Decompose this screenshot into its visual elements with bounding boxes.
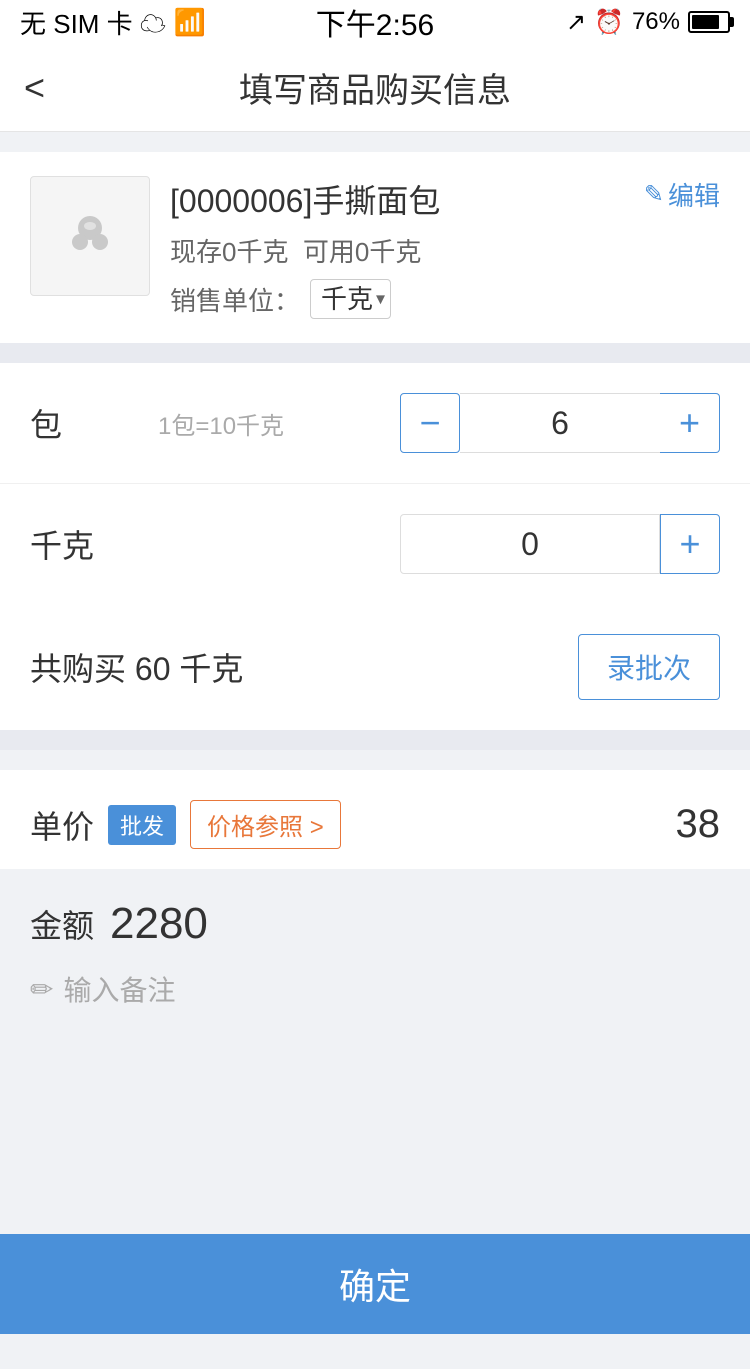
unit-select-wrapper[interactable]: 千克	[310, 279, 391, 319]
status-left: 无 SIM 卡 ☁ 📶	[20, 4, 206, 41]
product-stock: 现存0千克 可用0千克	[170, 232, 720, 269]
price-section: 单价 批发 价格参照 > 38	[0, 770, 750, 869]
price-label: 单价	[30, 802, 94, 848]
qty-controls-bao: − +	[400, 393, 720, 453]
price-tag: 批发	[108, 805, 176, 845]
location-icon: ↗	[566, 8, 586, 37]
price-label-group: 单价 批发 价格参照 >	[30, 800, 341, 849]
price-value: 38	[676, 802, 721, 847]
product-name: [0000006]手撕面包	[170, 176, 720, 222]
edit-icon: ✎	[644, 180, 664, 209]
status-bar: 无 SIM 卡 ☁ 📶 下午2:56 ↗ ⏰ 76%	[0, 0, 750, 44]
section-divider-1	[0, 343, 750, 363]
price-ref-button[interactable]: 价格参照 >	[190, 800, 341, 849]
alarm-icon: ⏰	[594, 8, 624, 37]
qty-input-kg[interactable]	[400, 514, 660, 574]
pencil-icon: ✏	[30, 973, 53, 1006]
batch-button[interactable]: 录批次	[578, 634, 720, 700]
unit-label: 销售单位：	[170, 281, 300, 318]
wifi-icon: 📶	[174, 7, 206, 38]
qty-input-bao[interactable]	[460, 393, 660, 453]
qty-label-kg: 千克	[30, 521, 150, 567]
status-right: ↗ ⏰ 76%	[566, 8, 730, 37]
product-info: [0000006]手撕面包 现存0千克 可用0千克 销售单位： 千克	[170, 176, 720, 319]
page-title: 填写商品购买信息	[239, 63, 511, 112]
nav-bar: < 填写商品购买信息	[0, 44, 750, 132]
remark-placeholder: 输入备注	[63, 969, 175, 1009]
back-button[interactable]: <	[24, 67, 45, 109]
qty-minus-bao[interactable]: −	[400, 393, 460, 453]
qty-plus-kg[interactable]: +	[660, 514, 720, 574]
unit-select[interactable]: 千克	[310, 279, 391, 319]
sim-label: 无 SIM 卡 ☁	[20, 4, 166, 41]
amount-row: 金额 2280	[30, 899, 720, 949]
qty-row-bao: 包 1包=10千克 − +	[0, 363, 750, 484]
total-row: 共购买 60 千克 录批次	[0, 604, 750, 730]
qty-controls-kg: +	[400, 514, 720, 574]
amount-section: 金额 2280 ✏ 输入备注	[0, 869, 750, 1029]
qty-row-kg: 千克 +	[0, 484, 750, 604]
edit-button[interactable]: ✎ 编辑	[644, 176, 720, 213]
amount-label: 金额	[30, 901, 94, 947]
confirm-button[interactable]: 确定	[0, 1234, 750, 1334]
battery-icon	[688, 11, 730, 33]
qty-section: 包 1包=10千克 − + 千克 +	[0, 363, 750, 604]
product-card: [0000006]手撕面包 现存0千克 可用0千克 销售单位： 千克 ✎ 编辑	[0, 152, 750, 343]
section-divider-2	[0, 730, 750, 750]
qty-hint-bao: 1包=10千克	[158, 406, 284, 441]
product-unit-row: 销售单位： 千克	[170, 279, 720, 319]
product-image	[30, 176, 150, 296]
qty-plus-bao[interactable]: +	[660, 393, 720, 453]
price-row: 单价 批发 价格参照 > 38	[30, 800, 720, 849]
product-logo-icon	[60, 206, 120, 266]
amount-value: 2280	[110, 899, 208, 949]
battery-percent: 76%	[632, 8, 680, 36]
remark-row[interactable]: ✏ 输入备注	[30, 969, 720, 1009]
total-text: 共购买 60 千克	[30, 644, 243, 690]
status-time: 下午2:56	[316, 0, 434, 44]
qty-label-bao: 包	[30, 400, 150, 446]
